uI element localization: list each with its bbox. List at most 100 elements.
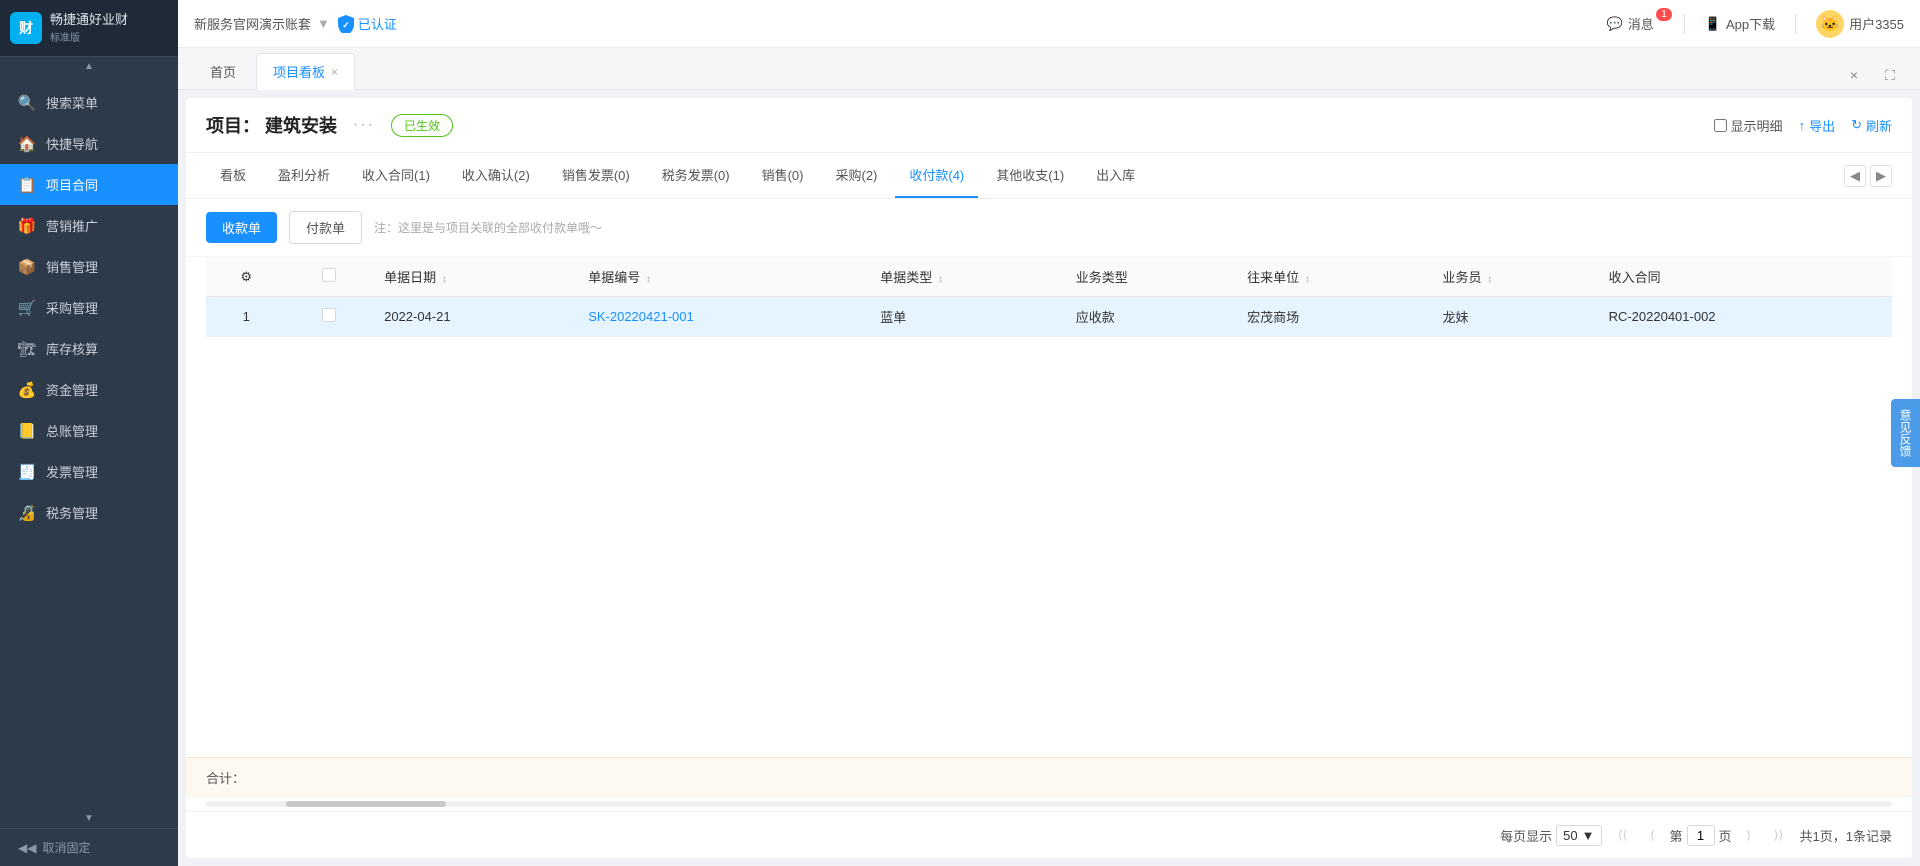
message-icon: 💬 xyxy=(1607,16,1623,32)
project-prefix: 项目： xyxy=(206,116,260,136)
topbar-right: 💬 消息 1 📱 App下载 🐱 用户3355 xyxy=(1607,10,1904,38)
feedback-button[interactable]: 意见反馈 xyxy=(1891,399,1920,467)
sidebar-item-invoice[interactable]: 🧾 发票管理 xyxy=(0,451,178,492)
message-badge: 1 xyxy=(1656,8,1672,21)
row-biz-type: 应收款 xyxy=(1064,297,1235,337)
certified-badge: ✓ 已认证 xyxy=(338,14,397,33)
payment-btn[interactable]: 付款单 xyxy=(289,211,362,244)
chevron-down-icon: ▼ xyxy=(1582,828,1595,843)
app-name: 畅捷通好业财 xyxy=(50,12,128,29)
user-name: 用户3355 xyxy=(1849,14,1904,33)
col-checkbox[interactable] xyxy=(286,257,372,297)
prev-page-btn[interactable]: ⟨ xyxy=(1640,822,1666,848)
first-page-btn[interactable]: ⟨⟨ xyxy=(1610,822,1636,848)
show-detail-input[interactable] xyxy=(1714,119,1727,132)
funds-icon: 💰 xyxy=(18,381,36,399)
last-page-btn[interactable]: ⟩⟩ xyxy=(1766,822,1792,848)
show-detail-checkbox[interactable]: 显示明细 xyxy=(1714,116,1783,135)
app-download-label: App下载 xyxy=(1726,14,1775,33)
select-all-checkbox[interactable] xyxy=(322,268,336,282)
user-menu[interactable]: 🐱 用户3355 xyxy=(1816,10,1904,38)
sub-nav: 看板 盈利分析 收入合同(1) 收入确认(2) 销售发票(0) 税务发票(0) … xyxy=(186,153,1912,199)
account-selector[interactable]: 新服务官网演示账套 ▼ xyxy=(194,14,330,33)
window-controls: × ⛶ xyxy=(1840,61,1904,89)
refresh-button[interactable]: ↻ 刷新 xyxy=(1851,116,1892,135)
table-row[interactable]: 1 2022-04-21 SK-20220421-001 蓝单 xyxy=(206,297,1892,337)
row-number[interactable]: SK-20220421-001 xyxy=(576,297,868,337)
col-number[interactable]: 单据编号 ↕ xyxy=(576,257,868,297)
sub-tab-income-contract[interactable]: 收入合同(1) xyxy=(348,153,444,198)
sub-tab-warehouse[interactable]: 出入库 xyxy=(1082,153,1149,198)
scrollbar-area xyxy=(186,797,1912,811)
app-logo: 财 xyxy=(10,12,42,44)
sidebar-item-sales[interactable]: 📦 销售管理 xyxy=(0,246,178,287)
receipt-btn[interactable]: 收款单 xyxy=(206,212,277,243)
certified-text: 已认证 xyxy=(358,14,397,33)
sub-tab-sales-invoice[interactable]: 销售发票(0) xyxy=(548,153,644,198)
main-content: 新服务官网演示账套 ▼ ✓ 已认证 💬 消息 1 📱 App下载 xyxy=(178,0,1920,866)
col-date[interactable]: 单据日期 ↕ xyxy=(372,257,576,297)
message-label: 消息 xyxy=(1628,14,1654,33)
tab-home[interactable]: 首页 xyxy=(194,54,252,89)
tabbar: 首页 项目看板 × × ⛶ xyxy=(178,48,1920,90)
horizontal-scrollbar[interactable] xyxy=(206,801,1892,807)
phone-icon: 📱 xyxy=(1705,16,1721,32)
sort-icon: ↕ xyxy=(442,274,447,285)
sub-tab-sales[interactable]: 销售(0) xyxy=(748,153,818,198)
sub-tab-receipts[interactable]: 收付款(4) xyxy=(895,153,978,198)
sidebar-item-search[interactable]: 🔍 搜索菜单 xyxy=(0,82,178,123)
sidebar-item-inventory[interactable]: 🏗 库存核算 xyxy=(0,328,178,369)
sub-tab-profit[interactable]: 盈利分析 xyxy=(264,153,344,198)
sidebar-item-label: 销售管理 xyxy=(46,257,98,276)
sub-tab-other[interactable]: 其他收支(1) xyxy=(982,153,1078,198)
data-table: ⚙ 单据日期 ↕ 单据编号 ↕ xyxy=(206,257,1892,337)
message-button[interactable]: 💬 消息 1 xyxy=(1607,14,1664,33)
scrollbar-thumb[interactable] xyxy=(286,801,446,807)
sidebar-item-tax[interactable]: 🔏 税务管理 xyxy=(0,492,178,533)
project-icon: 📋 xyxy=(18,176,36,194)
app-download-button[interactable]: 📱 App下载 xyxy=(1705,14,1775,33)
tab-home-label: 首页 xyxy=(210,62,236,81)
next-page-btn[interactable]: ⟩ xyxy=(1736,822,1762,848)
sidebar-item-purchase[interactable]: 🛒 采购管理 xyxy=(0,287,178,328)
sub-tab-income-confirm[interactable]: 收入确认(2) xyxy=(448,153,544,198)
row-select-checkbox[interactable] xyxy=(322,308,336,322)
row-checkbox[interactable] xyxy=(286,297,372,337)
sub-tab-kanban[interactable]: 看板 xyxy=(206,153,260,198)
col-type[interactable]: 单据类型 ↕ xyxy=(868,257,1063,297)
col-partner[interactable]: 往来单位 ↕ xyxy=(1235,257,1430,297)
tab-project-kanban[interactable]: 项目看板 × xyxy=(256,53,355,90)
sidebar-item-ledger[interactable]: 📒 总账管理 xyxy=(0,410,178,451)
sidebar-item-marketing[interactable]: 🎁 营销推广 xyxy=(0,205,178,246)
sub-tab-purchase[interactable]: 采购(2) xyxy=(821,153,891,198)
sidebar-item-funds[interactable]: 💰 资金管理 xyxy=(0,369,178,410)
col-contract: 收入合同 xyxy=(1597,257,1892,297)
sub-nav-prev[interactable]: ◀ xyxy=(1844,165,1866,187)
sidebar-item-label: 库存核算 xyxy=(46,339,98,358)
ledger-icon: 📒 xyxy=(18,422,36,440)
export-label: 导出 xyxy=(1809,116,1835,135)
unpin-button[interactable]: ◀◀ 取消固定 xyxy=(0,828,178,866)
sidebar-item-quicknav[interactable]: 🏠 快捷导航 xyxy=(0,123,178,164)
close-button[interactable]: × xyxy=(1840,61,1868,89)
col-settings[interactable]: ⚙ xyxy=(206,257,286,297)
summary-label: 合计： xyxy=(206,771,245,786)
sort-icon: ↕ xyxy=(1487,274,1492,285)
tab-close-icon[interactable]: × xyxy=(331,65,338,79)
sub-tab-tax-invoice[interactable]: 税务发票(0) xyxy=(648,153,744,198)
maximize-icon: ⛶ xyxy=(1885,67,1895,84)
sidebar-item-label: 税务管理 xyxy=(46,503,98,522)
sub-nav-next[interactable]: ▶ xyxy=(1870,165,1892,187)
page-label: 第 xyxy=(1670,826,1683,845)
project-header: 项目： 建筑安装 ··· 已生效 显示明细 ↑ 导出 ↻ 刷新 xyxy=(186,98,1912,153)
col-salesperson[interactable]: 业务员 ↕ xyxy=(1431,257,1597,297)
per-page-select[interactable]: 50 ▼ xyxy=(1556,825,1601,846)
sidebar-item-project[interactable]: 📋 项目合同 xyxy=(0,164,178,205)
more-button[interactable]: ··· xyxy=(353,116,375,134)
maximize-button[interactable]: ⛶ xyxy=(1876,61,1904,89)
refresh-icon: ↻ xyxy=(1851,117,1862,133)
export-button[interactable]: ↑ 导出 xyxy=(1799,116,1836,135)
svg-text:✓: ✓ xyxy=(342,20,350,30)
page-number-input[interactable] xyxy=(1687,825,1715,846)
doc-number-link[interactable]: SK-20220421-001 xyxy=(588,309,694,324)
